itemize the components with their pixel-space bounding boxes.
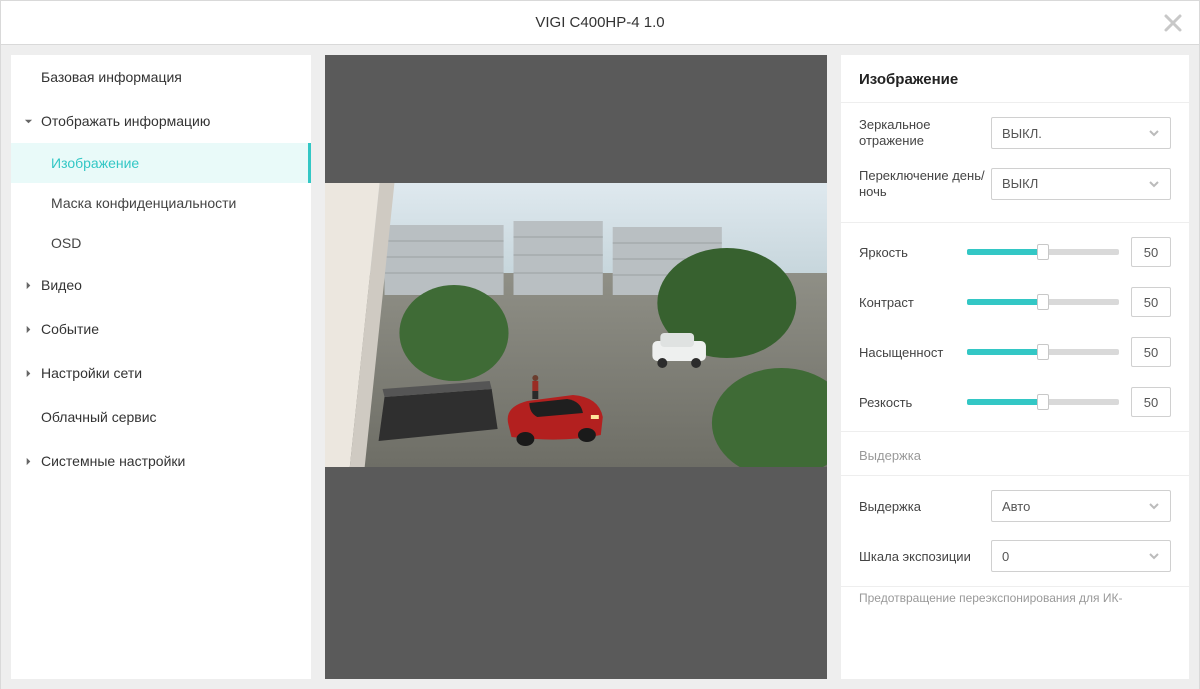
saturation-value[interactable]: 50 [1131, 337, 1171, 367]
mirror-label: Зеркальное отражение [859, 117, 991, 150]
chevron-down-icon [21, 117, 35, 126]
saturation-label: Насыщенност [859, 345, 959, 360]
sidebar-item-cloud[interactable]: Облачный сервис [11, 395, 311, 439]
window-title: VIGI C400HP-4 1.0 [535, 14, 664, 31]
close-icon[interactable] [1161, 11, 1185, 35]
sidebar-item-display-info[interactable]: Отображать информацию [11, 99, 311, 143]
sidebar-sub-privacy-mask[interactable]: Маска конфиденциальности [11, 183, 311, 223]
brightness-label: Яркость [859, 245, 959, 260]
sharpness-label: Резкость [859, 395, 959, 410]
chevron-right-icon [21, 369, 35, 378]
title-bar: VIGI C400HP-4 1.0 [1, 1, 1199, 45]
sidebar-item-label: Системные настройки [41, 453, 185, 469]
contrast-slider[interactable] [967, 299, 1119, 305]
chevron-down-icon [1148, 500, 1160, 512]
select-value: ВЫКЛ [1002, 176, 1038, 191]
exposure-scale-select[interactable]: 0 [991, 540, 1171, 572]
brightness-value[interactable]: 50 [1131, 237, 1171, 267]
sidebar-sub-osd[interactable]: OSD [11, 223, 311, 263]
mirror-select[interactable]: ВЫКЛ. [991, 117, 1171, 149]
chevron-down-icon [1148, 178, 1160, 190]
sidebar-item-label: Видео [41, 277, 82, 293]
brightness-slider[interactable] [967, 249, 1119, 255]
sidebar: Базовая информация Отображать информацию… [11, 55, 311, 679]
settings-panel: Изображение Зеркальное отражение ВЫКЛ. П… [841, 55, 1189, 679]
chevron-down-icon [1148, 550, 1160, 562]
chevron-down-icon [1148, 127, 1160, 139]
camera-preview [325, 183, 827, 467]
sidebar-item-label: Облачный сервис [41, 409, 157, 425]
exposure-scale-label: Шкала экспозиции [859, 549, 991, 564]
select-value: Авто [1002, 499, 1030, 514]
select-value: 0 [1002, 549, 1009, 564]
sidebar-item-label: Отображать информацию [41, 113, 210, 129]
sidebar-item-event[interactable]: Событие [11, 307, 311, 351]
sharpness-slider[interactable] [967, 399, 1119, 405]
daynight-select[interactable]: ВЫКЛ [991, 168, 1171, 200]
sharpness-value[interactable]: 50 [1131, 387, 1171, 417]
contrast-value[interactable]: 50 [1131, 287, 1171, 317]
contrast-label: Контраст [859, 295, 959, 310]
sidebar-item-video[interactable]: Видео [11, 263, 311, 307]
sidebar-sub-image[interactable]: Изображение [11, 143, 311, 183]
sidebar-item-label: Базовая информация [41, 69, 182, 85]
shutter-select[interactable]: Авто [991, 490, 1171, 522]
ir-hint-text: Предотвращение переэкспонирования для ИК… [841, 587, 1189, 605]
chevron-right-icon [21, 325, 35, 334]
video-preview-area [325, 55, 827, 679]
exposure-section-header: Выдержка [859, 442, 1171, 465]
saturation-slider[interactable] [967, 349, 1119, 355]
chevron-right-icon [21, 457, 35, 466]
sidebar-item-basic-info[interactable]: Базовая информация [11, 55, 311, 99]
sidebar-item-label: Настройки сети [41, 365, 142, 381]
chevron-right-icon [21, 281, 35, 290]
panel-title: Изображение [841, 55, 1189, 102]
sidebar-item-label: OSD [51, 235, 81, 251]
daynight-label: Переключение день/ночь [859, 168, 991, 201]
select-value: ВЫКЛ. [1002, 126, 1042, 141]
sidebar-item-label: Изображение [51, 155, 139, 171]
sidebar-item-network[interactable]: Настройки сети [11, 351, 311, 395]
sidebar-item-label: Маска конфиденциальности [51, 195, 236, 211]
sidebar-item-label: Событие [41, 321, 99, 337]
sidebar-item-system[interactable]: Системные настройки [11, 439, 311, 483]
shutter-label: Выдержка [859, 499, 991, 514]
